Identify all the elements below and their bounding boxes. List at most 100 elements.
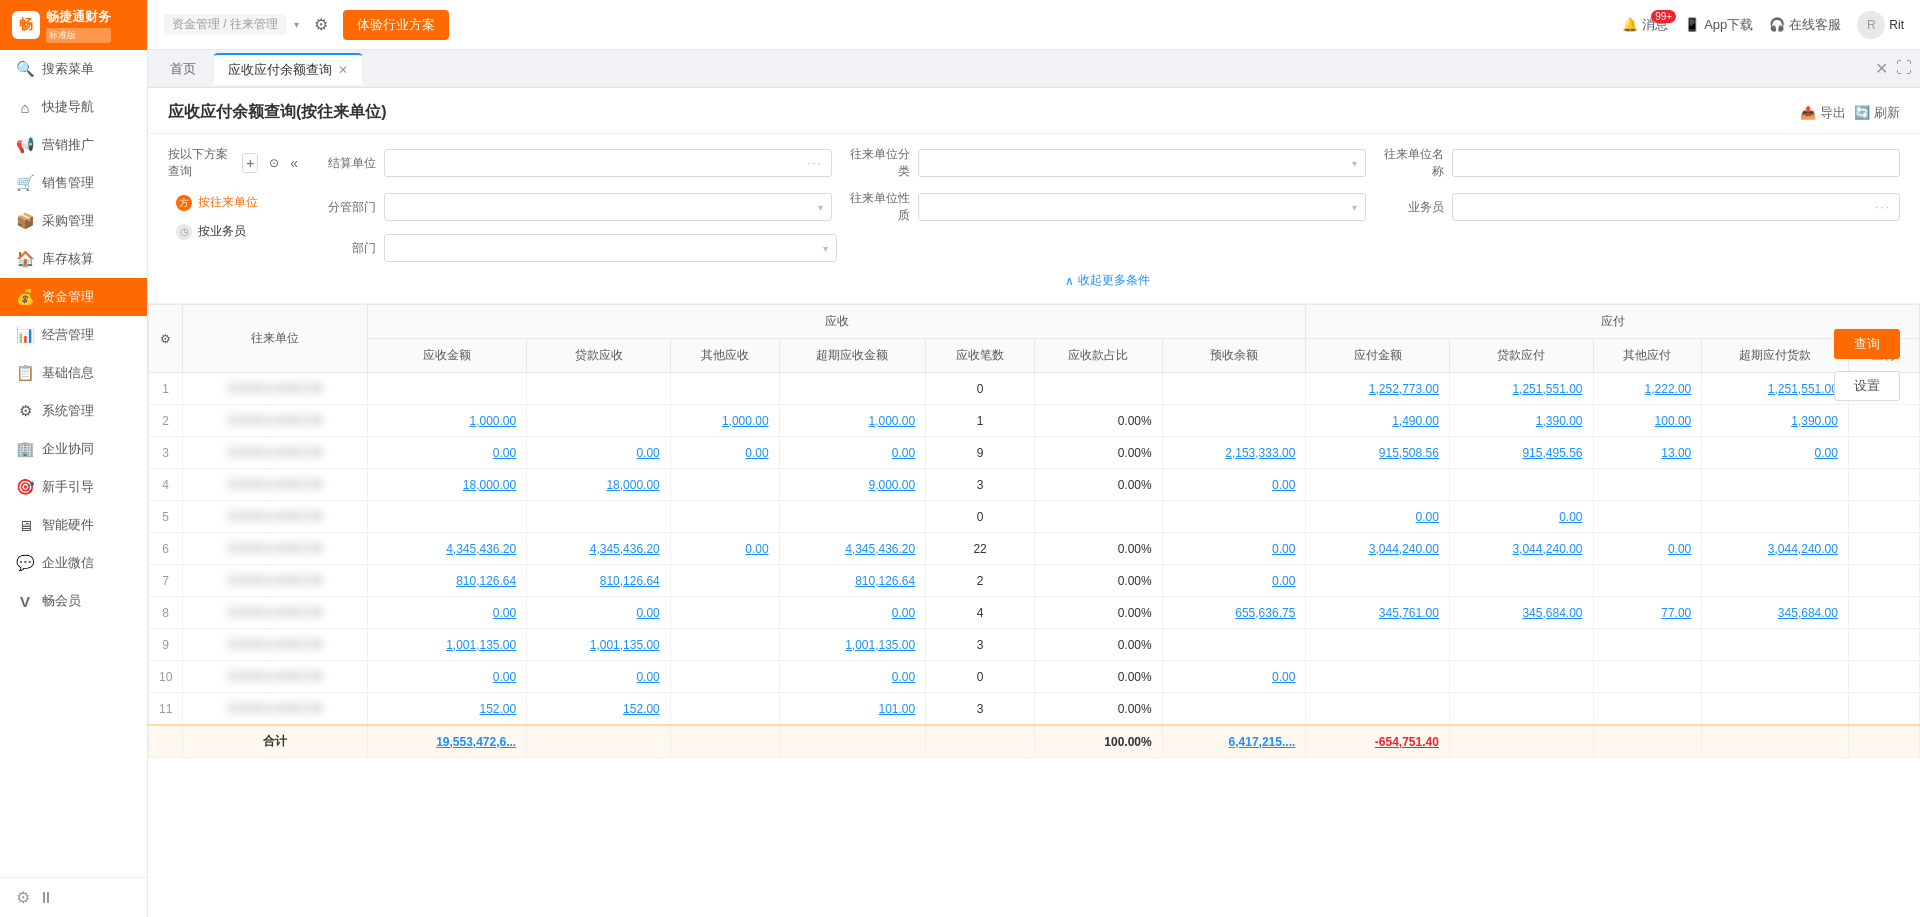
sidebar-item-inventory[interactable]: 🏠 库存核算	[0, 240, 147, 278]
row-unit[interactable]: 往来单位名称示例	[183, 629, 367, 661]
sidebar-item-sys-admin[interactable]: ⚙ 系统管理	[0, 392, 147, 430]
footer-ap-loan	[1449, 725, 1593, 758]
scheme-staff-icon: ◷	[176, 224, 192, 240]
footer-ar-total[interactable]: 19,553,472,6...	[367, 725, 526, 758]
app-download-button[interactable]: 📱 App下载	[1684, 16, 1753, 34]
scheme-item-by-staff[interactable]: ◷ 按业务员	[168, 219, 298, 244]
table-settings-col[interactable]: ⚙	[149, 305, 183, 373]
breadcrumb-area: 资金管理 / 往来管理 ▾ ⚙ 体验行业方案	[164, 10, 1610, 40]
sidebar-item-guide[interactable]: 🎯 新手引导	[0, 468, 147, 506]
download-icon: 📱	[1684, 17, 1700, 32]
table-row: 1往来单位名称示例01,252,773.001,251,551.001,222.…	[149, 373, 1920, 405]
row-ar-count: 4	[926, 597, 1035, 629]
messages-button[interactable]: 🔔 消息 99+	[1622, 16, 1668, 34]
tab-close-all-icon[interactable]: ✕	[1875, 59, 1888, 78]
user-area[interactable]: R Rit	[1857, 11, 1904, 39]
page-title-bar: 应收应付余额查询(按往来单位) 📤 导出 🔄 刷新	[148, 88, 1920, 134]
row-unit[interactable]: 往来单位名称示例	[183, 501, 367, 533]
query-button[interactable]: 查询	[1834, 329, 1900, 359]
chevron-down-icon: ▾	[294, 19, 299, 30]
finance-icon: 💰	[16, 288, 34, 306]
filter-header-label: 按以下方案查询	[168, 146, 234, 180]
filter-add-button[interactable]: +	[242, 153, 258, 173]
operations-icon: 📊	[16, 326, 34, 344]
footer-ar-overdue	[779, 725, 926, 758]
unit-name-input[interactable]	[1452, 149, 1900, 177]
collapse-more-button[interactable]: ∧ 收起更多条件	[314, 266, 1900, 291]
settlement-unit-input[interactable]: ···	[384, 149, 832, 177]
row-number: 4	[149, 469, 183, 501]
sidebar-item-enterprise[interactable]: 🏢 企业协同	[0, 430, 147, 468]
sidebar-item-operations[interactable]: 📊 经营管理	[0, 316, 147, 354]
row-unit[interactable]: 往来单位名称示例	[183, 693, 367, 726]
sidebar-item-label: 资金管理	[42, 288, 94, 306]
dept-label: 分管部门	[314, 199, 384, 216]
export-button[interactable]: 📤 导出	[1800, 104, 1846, 122]
row-unit[interactable]: 往来单位名称示例	[183, 661, 367, 693]
row-unit[interactable]: 往来单位名称示例	[183, 597, 367, 629]
footer-ap-total[interactable]: -654,751.40	[1306, 725, 1450, 758]
tab-close-icon[interactable]: ✕	[338, 63, 348, 77]
filter-field-dept: 分管部门 ▾	[314, 193, 832, 221]
footer-ap-other	[1593, 725, 1702, 758]
row-unit[interactable]: 往来单位名称示例	[183, 565, 367, 597]
sub-dept-select[interactable]: ▾	[384, 234, 837, 262]
footer-ap-tail	[1848, 725, 1919, 758]
row-unit[interactable]: 往来单位名称示例	[183, 437, 367, 469]
unit-nature-select[interactable]: ▾	[918, 193, 1366, 221]
filter-collapse-button[interactable]: «	[290, 155, 298, 171]
sidebar-item-purchase[interactable]: 📦 采购管理	[0, 202, 147, 240]
sidebar-item-marketing[interactable]: 📢 营销推广	[0, 126, 147, 164]
refresh-button[interactable]: 🔄 刷新	[1854, 104, 1900, 122]
sidebar-item-wechat[interactable]: 💬 企业微信	[0, 544, 147, 582]
sys-admin-icon: ⚙	[16, 402, 34, 420]
unit-category-select[interactable]: ▾	[918, 149, 1366, 177]
salesman-input[interactable]: ···	[1452, 193, 1900, 221]
footer-label: 合计	[183, 725, 367, 758]
row-unit[interactable]: 往来单位名称示例	[183, 373, 367, 405]
table-header-ar-overdue: 超期应收金额	[779, 339, 926, 373]
marketing-icon: 📢	[16, 136, 34, 154]
tab-expand-icon[interactable]: ⛶	[1896, 59, 1912, 78]
trial-button[interactable]: 体验行业方案	[343, 10, 449, 40]
footer-prepay[interactable]: 6,417,215....	[1162, 725, 1306, 758]
sidebar-settings-icon[interactable]: ⚙	[16, 888, 30, 907]
row-unit[interactable]: 往来单位名称示例	[183, 405, 367, 437]
unit-name-label: 往来单位名称	[1382, 146, 1452, 180]
sidebar-item-basic-info[interactable]: 📋 基础信息	[0, 354, 147, 392]
export-icon: 📤	[1800, 105, 1816, 120]
sidebar-item-smart-hw[interactable]: 🖥 智能硬件	[0, 506, 147, 544]
filter-row-3: 部门 ▾	[314, 234, 1900, 262]
guide-icon: 🎯	[16, 478, 34, 496]
row-ar-count: 0	[926, 373, 1035, 405]
row-unit[interactable]: 往来单位名称示例	[183, 533, 367, 565]
wechat-icon: 💬	[16, 554, 34, 572]
online-service-button[interactable]: 🎧 在线客服	[1769, 16, 1841, 34]
scheme-item-by-unit[interactable]: 方 按往来单位	[168, 190, 298, 215]
sidebar-item-quick-nav[interactable]: ⌂ 快捷导航	[0, 88, 147, 126]
sidebar-item-search-menu[interactable]: 🔍 搜索菜单	[0, 50, 147, 88]
dept-select[interactable]: ▾	[384, 193, 832, 221]
gear-button[interactable]: ⚙	[307, 11, 335, 39]
row-number: 10	[149, 661, 183, 693]
app-download-label: App下载	[1704, 16, 1753, 34]
filter-settings-button[interactable]: ⊙	[266, 153, 282, 173]
tab-ar-ap-query[interactable]: 应收应付余额查询 ✕	[214, 53, 362, 85]
sidebar-item-member[interactable]: V 畅会员	[0, 582, 147, 620]
sidebar-collapse-icon[interactable]: ⏸	[38, 889, 54, 907]
scheme-unit-label: 按往来单位	[198, 194, 258, 211]
sidebar-item-label: 销售管理	[42, 174, 94, 192]
row-ar-count: 9	[926, 437, 1035, 469]
row-ar-count: 1	[926, 405, 1035, 437]
settings-button[interactable]: 设置	[1834, 371, 1900, 401]
row-ar-ratio: 0.00%	[1035, 469, 1163, 501]
row-unit[interactable]: 往来单位名称示例	[183, 469, 367, 501]
row-ar-ratio: 0.00%	[1035, 597, 1163, 629]
sub-dept-label: 部门	[314, 240, 384, 257]
sidebar-item-sales[interactable]: 🛒 销售管理	[0, 164, 147, 202]
refresh-icon: 🔄	[1854, 105, 1870, 120]
filter-area: 按以下方案查询 + ⊙ « 方 按往来单位	[148, 134, 1920, 304]
sidebar-item-finance[interactable]: 💰 资金管理	[0, 278, 147, 316]
row-ar-count: 0	[926, 501, 1035, 533]
tab-home[interactable]: 首页	[156, 54, 210, 84]
